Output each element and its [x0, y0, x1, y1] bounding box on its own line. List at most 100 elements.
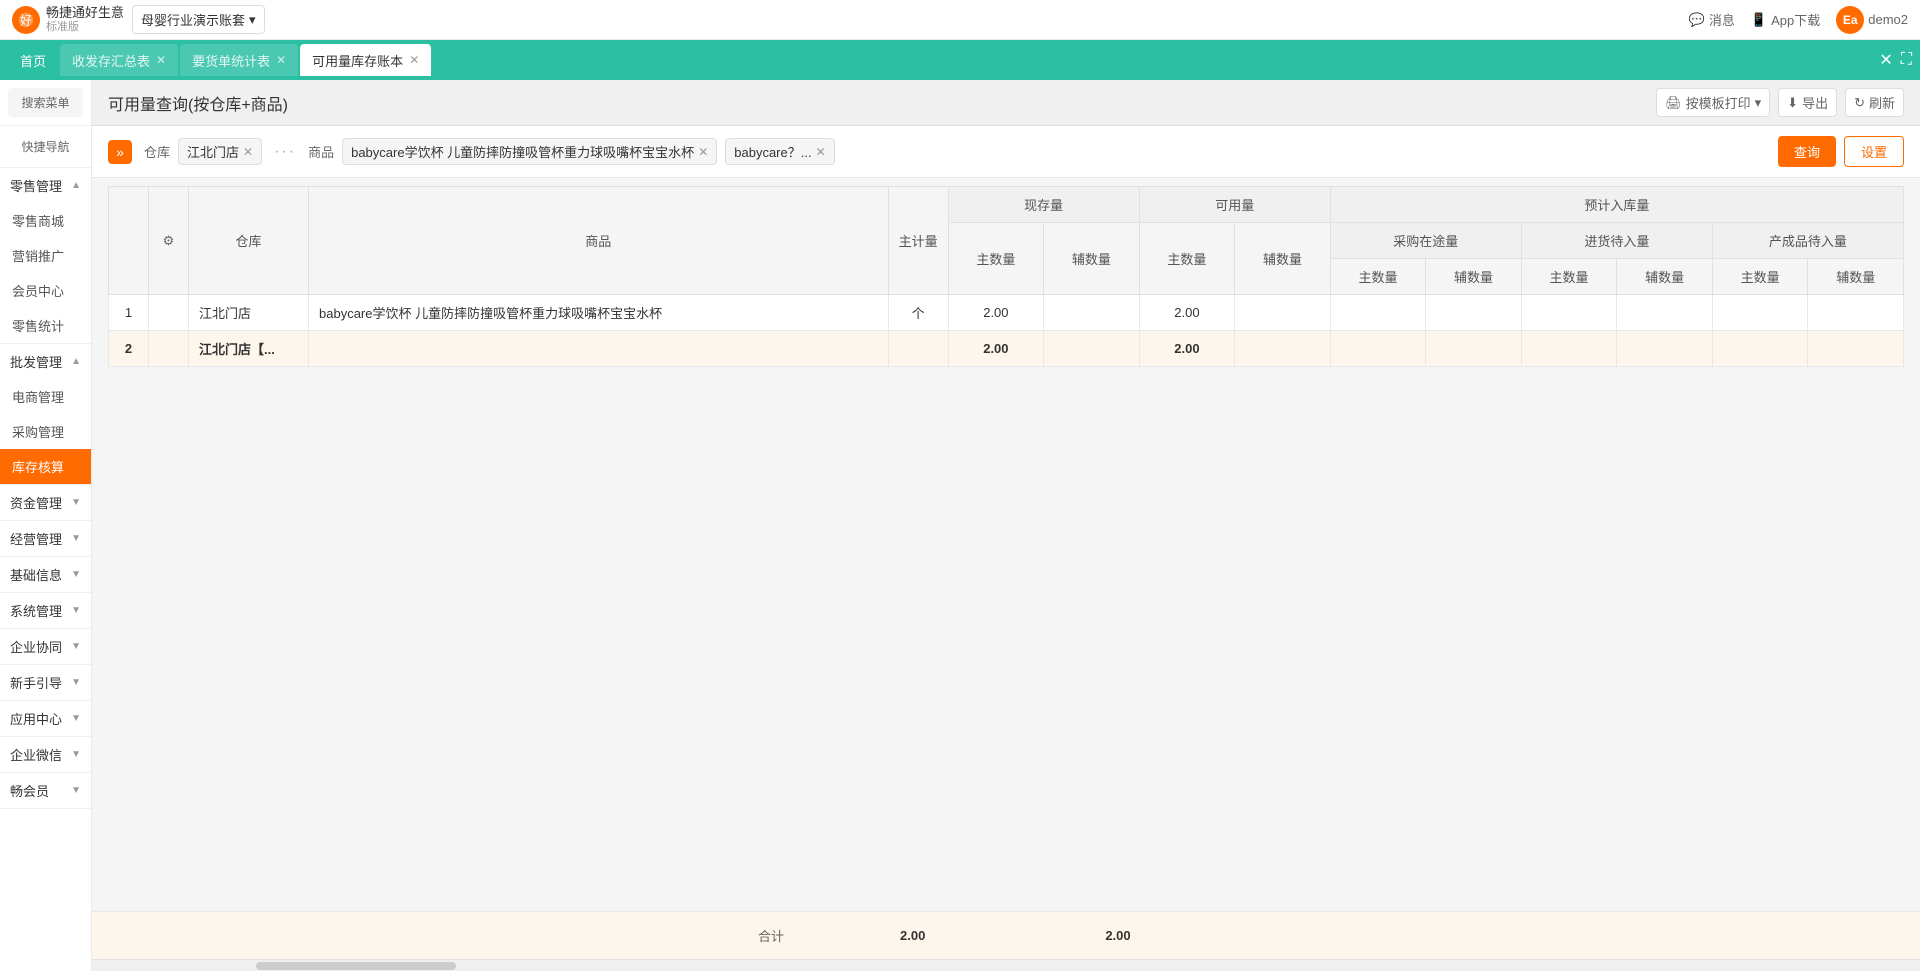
sidebar-section-wholesale-header[interactable]: 批发管理 ▲	[0, 344, 91, 379]
filter-actions: 查询 设置	[1778, 136, 1904, 167]
close-tab-available-inventory[interactable]: ✕	[409, 53, 419, 67]
cell-current-main: 2.00	[948, 295, 1044, 331]
th-purchase-transit-group: 采购在途量	[1330, 223, 1521, 259]
product-filter-group: 商品 babycare学饮杯 儿童防摔防撞吸管杯重力球吸嘴杯宝宝水杯 ✕ bab…	[308, 138, 835, 165]
sidebar-section-app-center-header[interactable]: 应用中心 ▼	[0, 701, 91, 736]
tab-receipts[interactable]: 收发存汇总表 ✕	[60, 44, 178, 76]
sidebar-section-finance-header[interactable]: 资金管理 ▼	[0, 485, 91, 520]
sidebar-section-wholesale: 批发管理 ▲ 电商管理 采购管理 库存核算	[0, 344, 91, 485]
page-header: 可用量查询(按仓库+商品) 🖨 按模板打印 ▾ ⬇ 导出 ↻ 刷新	[92, 80, 1920, 126]
subtotal-pt-main	[1330, 331, 1426, 367]
horizontal-scrollbar[interactable]	[92, 959, 1920, 971]
cell-warehouse: 江北门店	[189, 295, 309, 331]
remove-product-tag1[interactable]: ✕	[698, 145, 708, 159]
more-filter-dots[interactable]: ···	[274, 143, 296, 161]
sidebar-section-basic-header[interactable]: 基础信息 ▼	[0, 557, 91, 592]
filter-bar: » 仓库 江北门店 ✕ ··· 商品 babycare学饮杯 儿童防摔防撞吸管杯…	[92, 126, 1920, 178]
cell-in-aux	[1617, 295, 1713, 331]
total-current-main: 2.00	[900, 928, 925, 943]
sidebar-section-system: 系统管理 ▼	[0, 593, 91, 629]
message-btn[interactable]: 💬 消息	[1689, 10, 1735, 29]
sidebar-item-quick-nav[interactable]: 快捷导航	[0, 130, 91, 163]
sidebar-section-wechat: 企业微信 ▼	[0, 737, 91, 773]
th-product-pending-group: 产成品待入量	[1712, 223, 1903, 259]
tab-home[interactable]: 首页	[8, 44, 58, 76]
sidebar-item-retail-mall[interactable]: 零售商城	[0, 203, 91, 238]
search-menu-btn[interactable]: 搜索菜单	[8, 88, 83, 117]
chevron-up-icon: ▲	[71, 180, 81, 191]
product-filter-label: 商品	[308, 142, 334, 161]
chevron-down-icon: ▾	[1755, 95, 1762, 111]
th-available-group: 可用量	[1139, 187, 1330, 223]
logo-icon: 好	[12, 6, 40, 34]
cell-unit: 个	[888, 295, 948, 331]
chevron-down-icon-app: ▼	[71, 713, 81, 724]
main-layout: 搜索菜单 快捷导航 零售管理 ▲ 零售商城 营销推广 会员中心 零售统计	[0, 80, 1920, 971]
sidebar-section-wechat-header[interactable]: 企业微信 ▼	[0, 737, 91, 772]
template-print-btn[interactable]: 🖨 按模板打印 ▾	[1656, 88, 1770, 117]
sidebar-section-retail: 零售管理 ▲ 零售商城 营销推广 会员中心 零售统计	[0, 168, 91, 344]
page-actions: 🖨 按模板打印 ▾ ⬇ 导出 ↻ 刷新	[1656, 88, 1904, 117]
chevron-down-icon-collab: ▼	[71, 641, 81, 652]
close-window-btn[interactable]: ✕	[1879, 50, 1892, 70]
close-tab-order-stats[interactable]: ✕	[276, 53, 286, 67]
th-product: 商品	[309, 187, 889, 295]
cell-product: babycare学饮杯 儿童防摔防撞吸管杯重力球吸嘴杯宝宝水杯	[309, 295, 889, 331]
refresh-btn[interactable]: ↻ 刷新	[1845, 88, 1904, 117]
export-btn[interactable]: ⬇ 导出	[1778, 88, 1837, 117]
svg-text:好: 好	[20, 14, 32, 27]
th-pt-main: 主数量	[1330, 259, 1426, 295]
cell-current-aux	[1044, 295, 1140, 331]
cell-available-aux	[1235, 295, 1331, 331]
subtotal-rownum: 2	[109, 331, 149, 367]
sidebar-section-retail-header[interactable]: 零售管理 ▲	[0, 168, 91, 203]
appdown-btn[interactable]: 📱 App下载	[1751, 10, 1820, 29]
warehouse-filter-tag[interactable]: 江北门店 ✕	[178, 138, 262, 165]
subtotal-unit	[888, 331, 948, 367]
column-settings-icon[interactable]: ⚙	[163, 233, 175, 248]
top-bar-right: 💬 消息 📱 App下载 Ea demo2	[1689, 6, 1908, 34]
chevron-down-icon-vip: ▼	[71, 785, 81, 796]
sidebar-search-area: 搜索菜单	[0, 80, 91, 126]
filter-toggle-btn[interactable]: »	[108, 140, 132, 164]
sidebar-item-retail-stats[interactable]: 零售统计	[0, 308, 91, 343]
th-forecast-group: 预计入库量	[1330, 187, 1903, 223]
subtotal-available-aux	[1235, 331, 1331, 367]
sidebar-item-ecommerce[interactable]: 电商管理	[0, 379, 91, 414]
th-in-aux: 辅数量	[1617, 259, 1713, 295]
sidebar-section-operations-header[interactable]: 经营管理 ▼	[0, 521, 91, 556]
table-area: ⚙ 仓库 商品 主计量 现存量 可用量 预计入库量 主数量 辅数量 主数量 辅数…	[92, 178, 1920, 911]
th-current-aux: 辅数量	[1044, 223, 1140, 295]
tab-available-inventory[interactable]: 可用量库存账本 ✕	[300, 44, 431, 76]
industry-selector[interactable]: 母婴行业演示账套 ▾	[132, 5, 265, 34]
data-table: ⚙ 仓库 商品 主计量 现存量 可用量 预计入库量 主数量 辅数量 主数量 辅数…	[108, 186, 1904, 367]
cell-pp-main	[1712, 295, 1808, 331]
remove-product-tag2[interactable]: ✕	[816, 145, 826, 159]
th-in-main: 主数量	[1521, 259, 1617, 295]
maximize-btn[interactable]: ⛶	[1901, 51, 1912, 69]
sidebar-item-inventory-check[interactable]: 库存核算	[0, 449, 91, 484]
sidebar-section-new-guide-header[interactable]: 新手引导 ▼	[0, 665, 91, 700]
settings-btn[interactable]: 设置	[1844, 136, 1904, 167]
product-filter-tag1[interactable]: babycare学饮杯 儿童防摔防撞吸管杯重力球吸嘴杯宝宝水杯 ✕	[342, 138, 717, 165]
query-btn[interactable]: 查询	[1778, 136, 1836, 167]
subtotal-in-aux	[1617, 331, 1713, 367]
tab-order-stats[interactable]: 要货单统计表 ✕	[180, 44, 298, 76]
sidebar-item-member[interactable]: 会员中心	[0, 273, 91, 308]
sidebar-item-procurement[interactable]: 采购管理	[0, 414, 91, 449]
scroll-thumb[interactable]	[256, 962, 456, 970]
sidebar: 搜索菜单 快捷导航 零售管理 ▲ 零售商城 营销推广 会员中心 零售统计	[0, 80, 92, 971]
close-tab-receipts[interactable]: ✕	[156, 53, 166, 67]
product-filter-tag2[interactable]: babycare？... ✕	[725, 138, 834, 165]
subtotal-current-aux	[1044, 331, 1140, 367]
logo-area: 好 畅捷通好生意 标准版	[12, 5, 124, 34]
sidebar-section-system-header[interactable]: 系统管理 ▼	[0, 593, 91, 628]
cell-available-main: 2.00	[1139, 295, 1235, 331]
remove-warehouse-tag[interactable]: ✕	[243, 145, 253, 159]
sidebar-section-vip-header[interactable]: 畅会员 ▼	[0, 773, 91, 808]
sidebar-section-collab-header[interactable]: 企业协同 ▼	[0, 629, 91, 664]
warehouse-filter-label: 仓库	[144, 142, 170, 161]
sidebar-section-new-guide: 新手引导 ▼	[0, 665, 91, 701]
user-btn[interactable]: Ea demo2	[1836, 6, 1908, 34]
sidebar-item-marketing[interactable]: 营销推广	[0, 238, 91, 273]
